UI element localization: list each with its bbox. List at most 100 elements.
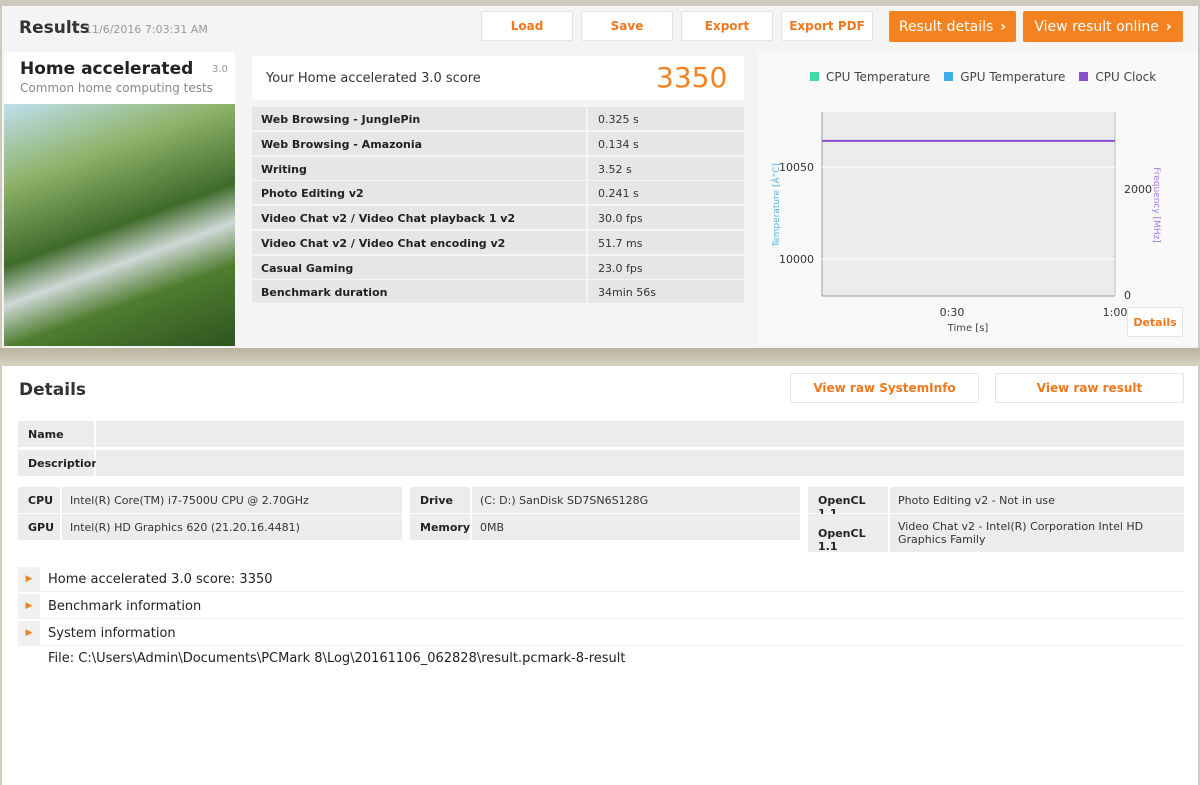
drive-value: (C: D:) SanDisk SD7SN6S128G [472, 487, 800, 513]
gpu-row: GPU Intel(R) HD Graphics 620 (21.20.16.44… [18, 514, 402, 540]
test-version: 3.0 [212, 64, 228, 75]
result-name: Web Browsing - Amazonia [252, 132, 586, 155]
y-right-label: Frequency [MHz] [1151, 167, 1161, 243]
chevron-right-icon: › [1000, 18, 1007, 35]
result-row: Casual Gaming 23.0 fps [252, 256, 744, 279]
result-row: Benchmark duration 34min 56s [252, 280, 744, 303]
view-online-label: View result online [1034, 18, 1159, 35]
cpu-value: Intel(R) Core(TM) i7-7500U CPU @ 2.70GHz [62, 487, 402, 513]
timestamp: 11/6/2016 7:03:31 AM [85, 23, 208, 36]
memory-row: Memory 0MB [410, 514, 800, 540]
result-value: 34min 56s [588, 280, 744, 303]
details-title: Details [19, 380, 87, 400]
view-online-button[interactable]: View result online › [1023, 11, 1183, 42]
opencl-label: OpenCL 1.1 [808, 487, 888, 520]
section-system-info[interactable]: ▶ System information [18, 621, 1184, 646]
section-benchmark-info[interactable]: ▶ Benchmark information [18, 594, 1184, 619]
legend-label: CPU Temperature [826, 70, 931, 84]
expand-arrow-icon[interactable]: ▶ [18, 594, 40, 618]
monitoring-chart: 10050 10000 2000 0 0:30 1:00 Time [s] Te… [770, 112, 1161, 334]
result-value: 0.325 s [588, 107, 744, 130]
legend-label: GPU Temperature [960, 70, 1066, 84]
y-left-tick: 10000 [779, 253, 814, 266]
result-row: Video Chat v2 / Video Chat playback 1 v2… [252, 206, 744, 229]
legend-swatch [810, 72, 819, 81]
opencl-row: OpenCL 1.1 Video Chat v2 - Intel(R) Corpo… [808, 514, 1184, 553]
description-value [96, 450, 1184, 476]
opencl-value: Video Chat v2 - Intel(R) Corporation Int… [890, 514, 1184, 552]
legend-swatch [944, 72, 954, 81]
opencl-row: OpenCL 1.1Photo Editing v2 - Not in use [808, 487, 1184, 520]
memory-value: 0MB [472, 514, 800, 540]
score-value: 3350 [656, 61, 728, 94]
result-details-button[interactable]: Result details › [889, 11, 1016, 42]
y-right-tick: 2000 [1124, 183, 1152, 196]
background-divider [0, 348, 1200, 366]
name-value [96, 421, 1184, 447]
result-value: 23.0 fps [588, 256, 744, 279]
result-row: Photo Editing v2 0.241 s [252, 181, 744, 204]
description-label: Description [18, 450, 99, 476]
name-label: Name [18, 421, 94, 447]
result-value: 0.241 s [588, 181, 744, 204]
expand-arrow-icon[interactable]: ▶ [18, 621, 40, 645]
legend-item: CPU Temperature [810, 70, 930, 84]
result-row: Writing 3.52 s [252, 157, 744, 180]
export-pdf-button[interactable]: Export PDF [781, 11, 873, 41]
score-label: Your Home accelerated 3.0 score [266, 71, 481, 86]
page-title: Results [19, 18, 90, 38]
y-left-tick: 10050 [779, 161, 814, 174]
load-button[interactable]: Load [481, 11, 573, 41]
result-row: Video Chat v2 / Video Chat encoding v2 51… [252, 231, 744, 254]
result-value: 3.52 s [588, 157, 744, 180]
cpu-row: CPU Intel(R) Core(TM) i7-7500U CPU @ 2.70… [18, 487, 402, 513]
result-name: Video Chat v2 / Video Chat playback 1 v2 [252, 206, 586, 229]
result-name: Casual Gaming [252, 256, 586, 279]
result-details-label: Result details [898, 18, 994, 35]
section-score[interactable]: ▶ Home accelerated 3.0 score: 3350 [18, 567, 1184, 592]
description-row: Description [18, 450, 1184, 476]
chart-legend: CPU Temperature GPU Temperature CPU Cloc… [810, 70, 1156, 84]
gpu-label: GPU [18, 514, 60, 540]
legend-swatch [1079, 72, 1089, 81]
result-name: Video Chat v2 / Video Chat encoding v2 [252, 231, 586, 254]
expand-arrow-icon[interactable]: ▶ [18, 567, 40, 591]
result-row: Web Browsing - Amazonia 0.134 s [252, 132, 744, 155]
gpu-value: Intel(R) HD Graphics 620 (21.20.16.4481) [62, 514, 402, 540]
result-name: Web Browsing - JunglePin [252, 107, 586, 130]
result-name: Benchmark duration [252, 280, 586, 303]
chart-details-button[interactable]: Details [1127, 307, 1183, 337]
file-path: File: C:\Users\Admin\Documents\PCMark 8\… [48, 651, 626, 666]
result-value: 30.0 fps [588, 206, 744, 229]
test-name: Home accelerated [20, 59, 194, 79]
opencl-label: OpenCL 1.1 [808, 514, 888, 553]
view-raw-result-button[interactable]: View raw result [995, 373, 1184, 403]
opencl-value: Photo Editing v2 - Not in use [890, 487, 1184, 513]
save-button[interactable]: Save [581, 11, 673, 41]
y-left-label: Temperature [Â°C] [770, 163, 782, 248]
memory-label: Memory [410, 514, 470, 540]
result-row: Web Browsing - JunglePin 0.325 s [252, 107, 744, 130]
section-label: Home accelerated 3.0 score: 3350 [48, 572, 273, 587]
drive-label: Drive [410, 487, 470, 513]
x-tick: 1:00 [1103, 306, 1128, 319]
result-name: Writing [252, 157, 586, 180]
test-subtitle: Common home computing tests [20, 81, 213, 95]
view-raw-systeminfo-button[interactable]: View raw SystemInfo [790, 373, 979, 403]
y-right-tick: 0 [1124, 289, 1131, 302]
chevron-right-icon: › [1165, 18, 1172, 35]
plot-area [822, 112, 1115, 296]
test-image [4, 104, 235, 346]
legend-label: CPU Clock [1095, 70, 1157, 84]
legend-item: GPU Temperature [944, 70, 1065, 84]
section-label: Benchmark information [48, 599, 202, 614]
cpu-label: CPU [18, 487, 60, 513]
legend-item: CPU Clock [1079, 70, 1156, 84]
x-axis-label: Time [s] [947, 323, 989, 334]
name-row: Name [18, 421, 1184, 447]
export-button[interactable]: Export [681, 11, 773, 41]
drive-row: Drive (C: D:) SanDisk SD7SN6S128G [410, 487, 800, 513]
result-value: 0.134 s [588, 132, 744, 155]
x-tick: 0:30 [940, 306, 965, 319]
result-value: 51.7 ms [588, 231, 744, 254]
